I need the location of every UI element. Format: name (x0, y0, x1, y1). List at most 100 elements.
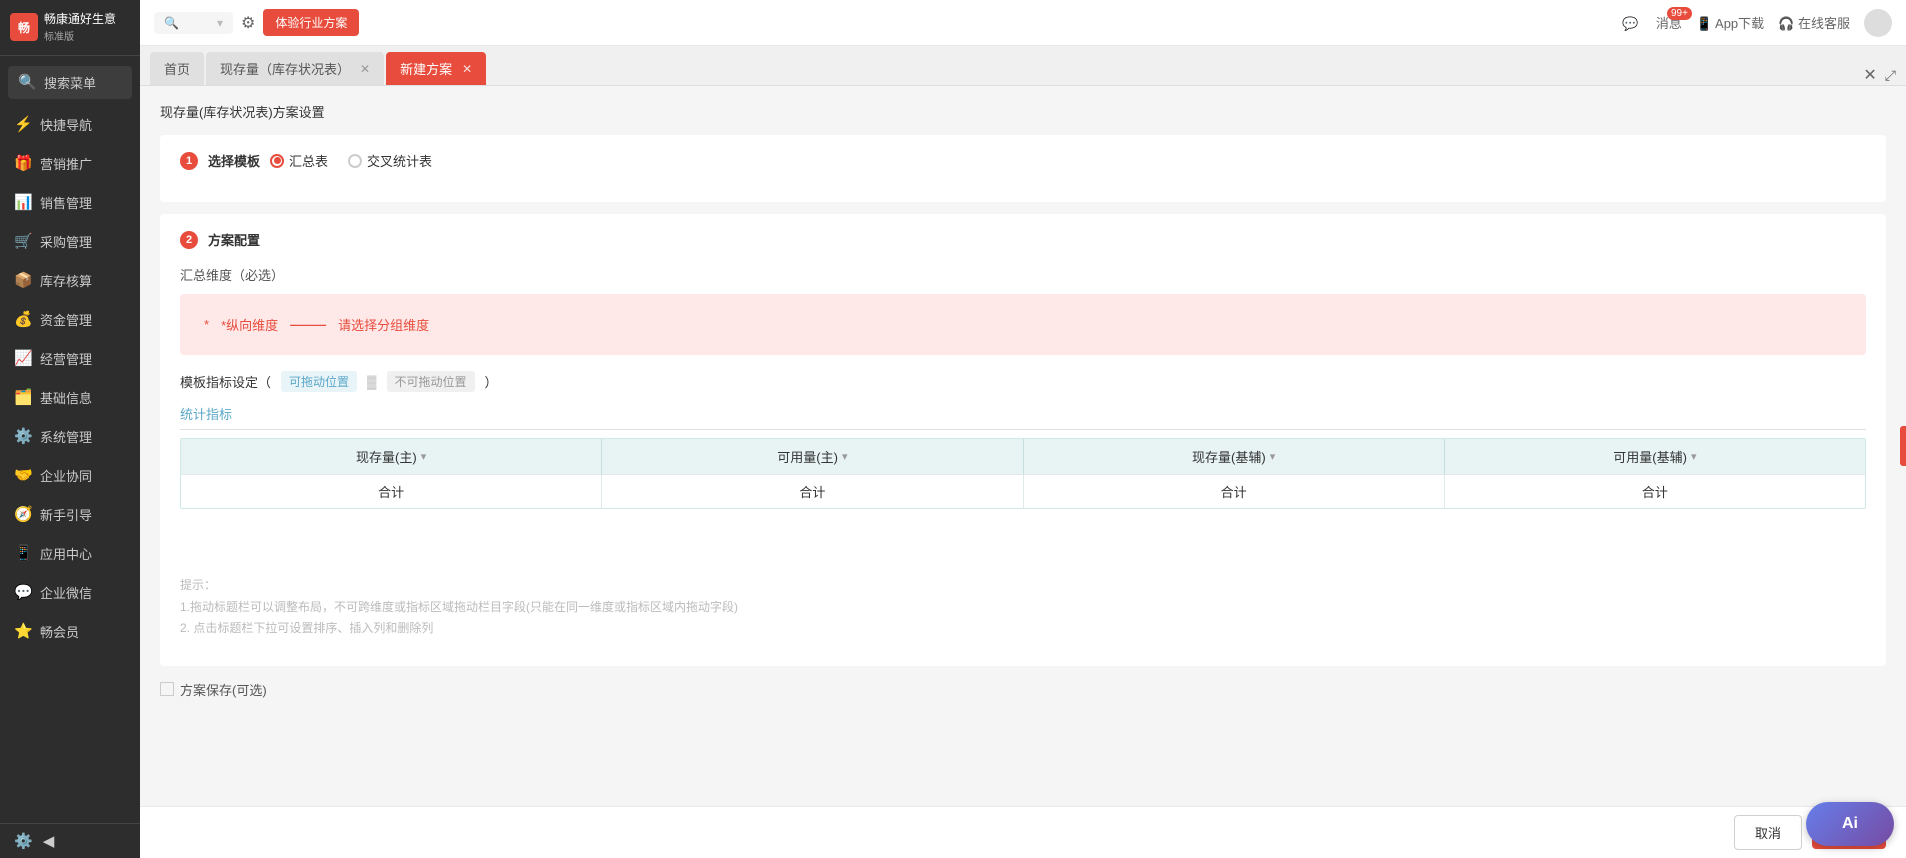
sidebar-item-shortcut[interactable]: ⚡ 快捷导航 (0, 105, 140, 144)
operations-icon: 📈 (14, 349, 32, 367)
wechat-icon: 💬 (14, 583, 32, 601)
avatar[interactable] (1864, 9, 1892, 37)
step2-header: 2 方案配置 (180, 230, 1866, 249)
dimension-required-star: * (204, 317, 209, 332)
sidebar-footer: ⚙️ ◀ (0, 823, 140, 858)
collapse-icon[interactable]: ◀ (43, 832, 55, 850)
table-header: 现存量(主) ▾ 可用量(主) ▾ 现存量(基辅) ▾ 可用量(基辅) ▾ (181, 439, 1865, 474)
sidebar-item-label: 企业协同 (40, 466, 92, 485)
sidebar-item-inventory[interactable]: 📦 库存核算 (0, 261, 140, 300)
right-edge-indicator (1900, 426, 1906, 466)
chevron-col1[interactable]: ▾ (421, 450, 427, 463)
basic-icon: 🗂️ (14, 388, 32, 406)
system-icon: ⚙️ (14, 427, 32, 445)
radio-summary-label: 汇总表 (289, 151, 328, 170)
tab-expand-btn[interactable]: ⤢ (1885, 67, 1896, 84)
sidebar-item-newuser[interactable]: 🧭 新手引导 (0, 495, 140, 534)
search-icon: 🔍 (18, 73, 36, 91)
sidebar-item-label: 库存核算 (40, 271, 92, 290)
sidebar-item-basic[interactable]: 🗂️ 基础信息 (0, 378, 140, 417)
marketing-icon: 🎁 (14, 154, 32, 172)
tab-inventory-close[interactable]: ✕ (360, 62, 370, 76)
member-icon: ⭐ (14, 622, 32, 640)
tips-section: 提示： 1.拖动标题栏可以调整布局，不可跨维度或指标区域拖动栏目字段(只能在同一… (180, 575, 1866, 640)
settings-icon[interactable]: ⚙️ (14, 832, 33, 850)
required-dimension-label: 汇总维度（必选） (180, 265, 1866, 284)
save-option-row[interactable]: 方案保存(可选) (160, 680, 1886, 699)
step2-section: 2 方案配置 汇总维度（必选） * *纵向维度 —— 请选择分组维度 模板指标设… (160, 214, 1886, 666)
sidebar-item-search[interactable]: 🔍 搜索菜单 (8, 66, 132, 99)
sidebar-item-wechat[interactable]: 💬 企业微信 (0, 573, 140, 612)
online-service-btn[interactable]: 🎧 在线客服 (1778, 13, 1850, 32)
topbar-right: 💬 99+ 消息 📱 App下载 🎧 在线客服 (1622, 9, 1892, 37)
company-icon: 🤝 (14, 466, 32, 484)
tab-new-plan-close[interactable]: ✕ (462, 62, 472, 76)
draggable-tag: 可拖动位置 (281, 371, 357, 392)
chevron-col4[interactable]: ▾ (1691, 450, 1697, 463)
tip-item-2: 2. 点击标题栏下拉可设置排序、插入列和删除列 (180, 618, 1866, 640)
td-col2: 合计 (602, 475, 1023, 508)
td-col4: 合计 (1445, 475, 1865, 508)
dimension-row[interactable]: * *纵向维度 —— 请选择分组维度 (180, 294, 1866, 355)
save-option-label: 方案保存(可选) (180, 680, 267, 699)
tips-title: 提示： (180, 578, 216, 592)
dimension-separator: —— (290, 314, 326, 335)
sidebar-item-marketing[interactable]: 🎁 营销推广 (0, 144, 140, 183)
sidebar-item-label: 经营管理 (40, 349, 92, 368)
chevron-col2[interactable]: ▾ (842, 450, 848, 463)
topbar-left: 🔍 ▾ ⚙ 体验行业方案 (154, 9, 1612, 36)
th-col2[interactable]: 可用量(主) ▾ (602, 439, 1023, 474)
th-col3[interactable]: 现存量(基辅) ▾ (1024, 439, 1445, 474)
step1-section: 1 选择模板 汇总表 交叉统计表 (160, 135, 1886, 202)
industry-btn[interactable]: 体验行业方案 (263, 9, 359, 36)
th-col1[interactable]: 现存量(主) ▾ (181, 439, 602, 474)
search-icon: 🔍 (164, 16, 179, 30)
td-col3: 合计 (1024, 475, 1445, 508)
th-col4[interactable]: 可用量(基辅) ▾ (1445, 439, 1865, 474)
save-checkbox[interactable] (160, 682, 174, 696)
footer-bar: 取消 查询 (140, 806, 1906, 858)
radio-summary[interactable]: 汇总表 (270, 151, 328, 170)
cancel-button[interactable]: 取消 (1734, 815, 1802, 850)
sidebar-item-company[interactable]: 🤝 企业协同 (0, 456, 140, 495)
chevron-down-icon: ▾ (217, 16, 223, 30)
gear-icon[interactable]: ⚙ (241, 13, 255, 33)
chevron-col3[interactable]: ▾ (1270, 450, 1276, 463)
sidebar-item-label: 新手引导 (40, 505, 92, 524)
template-radio-group: 汇总表 交叉统计表 (270, 151, 432, 170)
step1-title: 选择模板 (208, 151, 260, 170)
tab-new-plan-label: 新建方案 (400, 59, 452, 78)
logo-icon: 畅 (10, 13, 38, 41)
indicator-separator: ▓ (367, 374, 376, 389)
sidebar-logo: 畅 畅康通好生意 标准版 (0, 0, 140, 56)
sidebar-item-member[interactable]: ⭐ 畅会员 (0, 612, 140, 651)
content-area: 现存量(库存状况表)方案设置 1 选择模板 汇总表 交叉统计表 (140, 86, 1906, 806)
ai-bubble[interactable]: Ai (1806, 802, 1894, 846)
sidebar-item-label: 畅会员 (40, 622, 79, 641)
non-draggable-tag: 不可拖动位置 (387, 371, 475, 392)
sidebar-item-system[interactable]: ⚙️ 系统管理 (0, 417, 140, 456)
sidebar-item-finance[interactable]: 💰 资金管理 (0, 300, 140, 339)
app-download-btn[interactable]: 📱 App下载 (1696, 13, 1764, 32)
sidebar-item-label: 应用中心 (40, 544, 92, 563)
radio-cross-circle (348, 154, 362, 168)
sidebar-item-purchase[interactable]: 🛒 采购管理 (0, 222, 140, 261)
sidebar-item-operations[interactable]: 📈 经营管理 (0, 339, 140, 378)
tab-close-btn[interactable]: ✕ (1863, 65, 1876, 85)
sidebar-item-sales[interactable]: 📊 销售管理 (0, 183, 140, 222)
tab-inventory[interactable]: 现存量（库存状况表） ✕ (206, 52, 384, 85)
sidebar-item-label: 企业微信 (40, 583, 92, 602)
statistics-label: 统计指标 (180, 404, 1866, 430)
tab-home[interactable]: 首页 (150, 52, 204, 85)
main-area: 🔍 ▾ ⚙ 体验行业方案 💬 99+ 消息 📱 App下载 🎧 在线客服 (140, 0, 1906, 858)
sidebar-item-appcenter[interactable]: 📱 应用中心 (0, 534, 140, 573)
messages-badge-wrapper[interactable]: 💬 99+ 消息 (1622, 13, 1682, 32)
tab-new-plan[interactable]: 新建方案 ✕ (386, 52, 486, 85)
mobile-icon: 📱 (1696, 16, 1712, 31)
tab-controls: ✕ ⤢ (1863, 65, 1906, 85)
sidebar-item-label: 搜索菜单 (44, 73, 96, 92)
radio-cross[interactable]: 交叉统计表 (348, 151, 432, 170)
radio-cross-label: 交叉统计表 (367, 151, 432, 170)
sidebar-item-label: 销售管理 (40, 193, 92, 212)
topbar-search[interactable]: 🔍 ▾ (154, 12, 233, 34)
